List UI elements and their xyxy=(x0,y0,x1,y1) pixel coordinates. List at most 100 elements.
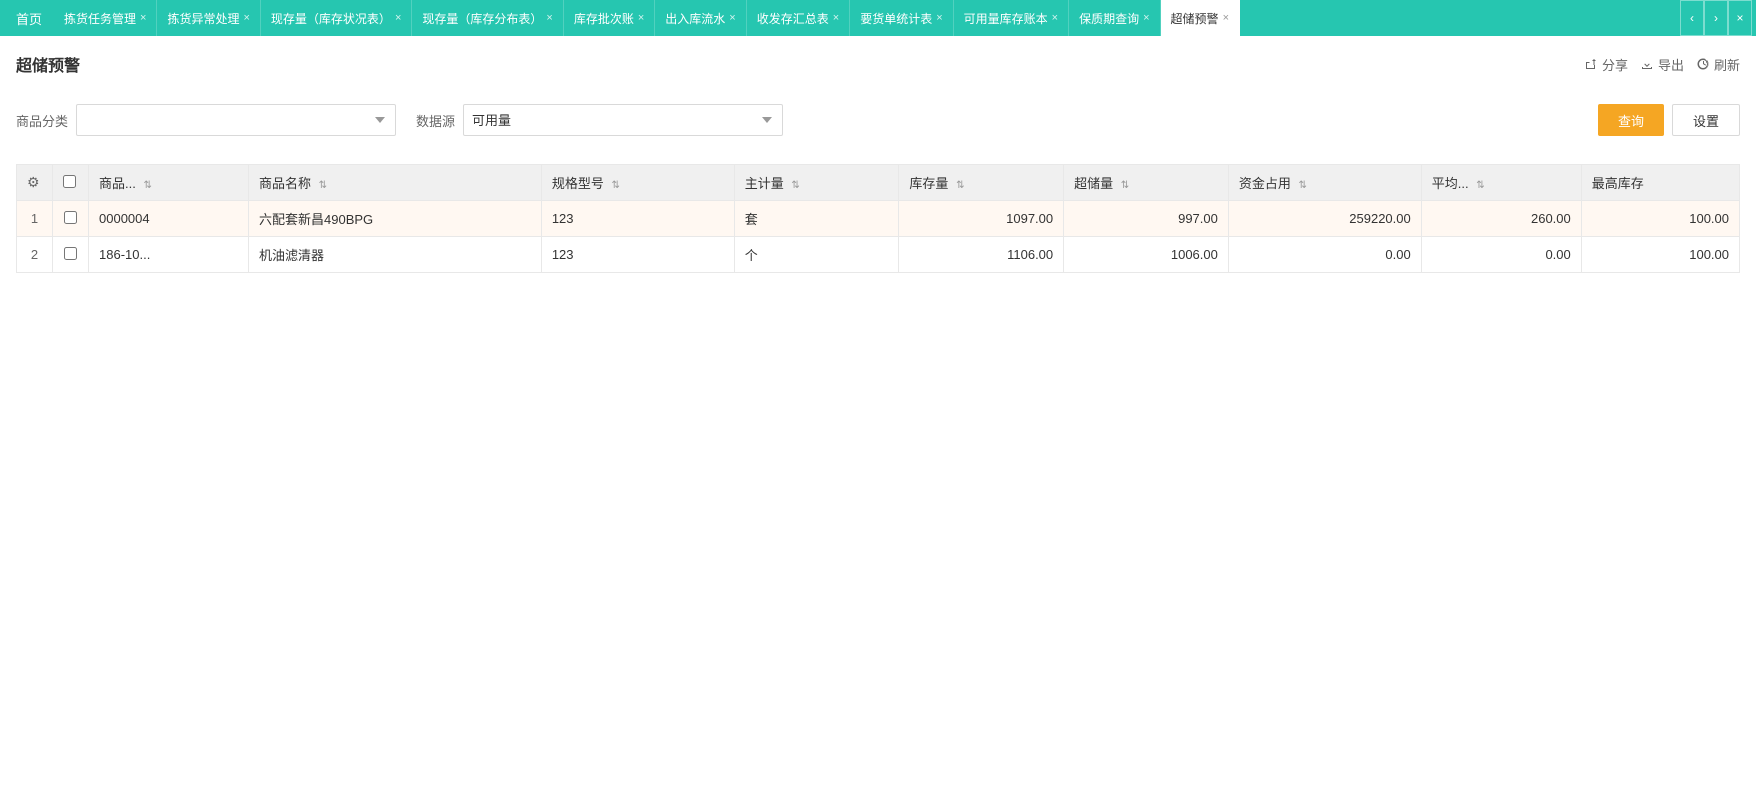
nav-tab-close[interactable]: × xyxy=(1143,12,1149,24)
table-body: 1 0000004 六配套新昌490BPG 123 套 1097.00 997.… xyxy=(17,201,1740,273)
th-checkbox xyxy=(53,165,89,201)
th-product-name: 商品名称 ⇅ xyxy=(249,165,542,201)
page-title: 超储预警 xyxy=(16,52,80,76)
nav-tab-close[interactable]: × xyxy=(1223,12,1229,24)
row-checkbox[interactable] xyxy=(64,211,77,224)
row-avg: 260.00 xyxy=(1421,201,1581,237)
gear-icon[interactable]: ⚙ xyxy=(27,174,40,190)
nav-home[interactable]: 首页 xyxy=(4,9,54,28)
nav-tab-close[interactable]: × xyxy=(936,12,942,24)
category-filter: 商品分类 xyxy=(16,104,396,136)
select-all-checkbox[interactable] xyxy=(63,175,76,188)
export-button[interactable]: 导出 xyxy=(1640,55,1684,74)
nav-tab-close[interactable]: × xyxy=(546,12,552,24)
th-over-stock: 超储量 ⇅ xyxy=(1064,165,1229,201)
nav-arrow-left[interactable]: ‹ xyxy=(1680,0,1704,36)
nav-tab-label: 拣货任务管理 xyxy=(64,10,136,27)
th-unit-label: 主计量 xyxy=(745,176,784,191)
th-avg: 平均... ⇅ xyxy=(1421,165,1581,201)
th-settings: ⚙ xyxy=(17,165,53,201)
nav-tab-2[interactable]: 拣货异常处理 × xyxy=(157,0,260,36)
nav-tab-11[interactable]: 超储预警 × xyxy=(1161,0,1240,36)
sort-icon[interactable]: ⇅ xyxy=(319,180,327,191)
row-checkbox-cell xyxy=(53,237,89,273)
th-max-stock: 最高库存 xyxy=(1581,165,1739,201)
nav-tab-close[interactable]: × xyxy=(395,12,401,24)
th-stock-label: 库存量 xyxy=(909,176,948,191)
refresh-icon xyxy=(1696,57,1710,71)
row-num: 1 xyxy=(17,201,53,237)
nav-tab-3[interactable]: 现存量（库存状况表） × xyxy=(261,0,412,36)
sort-icon[interactable]: ⇅ xyxy=(956,180,964,191)
category-select[interactable] xyxy=(76,104,396,136)
query-button[interactable]: 查询 xyxy=(1598,104,1664,136)
row-num: 2 xyxy=(17,237,53,273)
nav-tab-1[interactable]: 拣货任务管理 × xyxy=(54,0,157,36)
nav-tab-label: 可用量库存账本 xyxy=(964,10,1048,27)
sort-icon[interactable]: ⇅ xyxy=(1476,180,1484,191)
page-content: 超储预警 分享 导出 刷新 xyxy=(0,36,1756,800)
sort-icon[interactable]: ⇅ xyxy=(791,180,799,191)
page-header: 超储预警 分享 导出 刷新 xyxy=(16,52,1740,76)
nav-tab-8[interactable]: 要货单统计表 × xyxy=(850,0,953,36)
nav-arrow-right[interactable]: › xyxy=(1704,0,1728,36)
row-unit: 套 xyxy=(734,201,899,237)
nav-tab-10[interactable]: 保质期查询 × xyxy=(1069,0,1160,36)
th-capital-label: 资金占用 xyxy=(1239,176,1291,191)
sort-icon[interactable]: ⇅ xyxy=(611,180,619,191)
datasource-filter: 数据源 可用量 xyxy=(416,104,783,136)
top-nav: 首页 拣货任务管理 × 拣货异常处理 × 现存量（库存状况表） × 现存量（库存… xyxy=(0,0,1756,36)
sort-icon[interactable]: ⇅ xyxy=(1121,180,1129,191)
table-row: 1 0000004 六配套新昌490BPG 123 套 1097.00 997.… xyxy=(17,201,1740,237)
nav-tab-close[interactable]: × xyxy=(729,12,735,24)
th-product-code-label: 商品... xyxy=(99,176,136,191)
nav-tab-5[interactable]: 库存批次账 × xyxy=(564,0,655,36)
th-spec: 规格型号 ⇅ xyxy=(541,165,734,201)
nav-tab-label: 库存批次账 xyxy=(574,10,634,27)
datasource-label: 数据源 xyxy=(416,111,455,130)
table-row: 2 186-10... 机油滤清器 123 个 1106.00 1006.00 … xyxy=(17,237,1740,273)
table-head: ⚙ 商品... ⇅ 商品名称 ⇅ 规格型号 ⇅ 主计量 xyxy=(17,165,1740,201)
share-icon xyxy=(1584,57,1598,71)
nav-tab-7[interactable]: 收发存汇总表 × xyxy=(747,0,850,36)
nav-tab-6[interactable]: 出入库流水 × xyxy=(655,0,746,36)
row-capital: 259220.00 xyxy=(1228,201,1421,237)
nav-tab-close[interactable]: × xyxy=(1052,12,1058,24)
nav-tab-close[interactable]: × xyxy=(638,12,644,24)
sort-icon[interactable]: ⇅ xyxy=(143,180,151,191)
nav-tab-label: 现存量（库存分布表） xyxy=(422,10,542,27)
datasource-select[interactable]: 可用量 xyxy=(463,104,783,136)
table-header-row: ⚙ 商品... ⇅ 商品名称 ⇅ 规格型号 ⇅ 主计量 xyxy=(17,165,1740,201)
row-product-code: 0000004 xyxy=(89,201,249,237)
header-actions: 分享 导出 刷新 xyxy=(1584,55,1740,74)
nav-tab-label: 收发存汇总表 xyxy=(757,10,829,27)
nav-tab-close[interactable]: × xyxy=(833,12,839,24)
th-product-name-label: 商品名称 xyxy=(259,176,311,191)
row-avg: 0.00 xyxy=(1421,237,1581,273)
refresh-button[interactable]: 刷新 xyxy=(1696,55,1740,74)
th-capital: 资金占用 ⇅ xyxy=(1228,165,1421,201)
nav-tab-close[interactable]: × xyxy=(140,12,146,24)
row-unit: 个 xyxy=(734,237,899,273)
nav-tab-close[interactable]: × xyxy=(243,12,249,24)
sort-icon[interactable]: ⇅ xyxy=(1299,180,1307,191)
nav-tab-label: 要货单统计表 xyxy=(860,10,932,27)
share-button[interactable]: 分享 xyxy=(1584,55,1628,74)
row-max-stock: 100.00 xyxy=(1581,201,1739,237)
filter-row: 商品分类 数据源 可用量 查询 设置 xyxy=(16,92,1740,148)
nav-arrow-close[interactable]: × xyxy=(1728,0,1752,36)
row-over-stock: 1006.00 xyxy=(1064,237,1229,273)
nav-arrows: ‹ › × xyxy=(1680,0,1752,36)
row-over-stock: 997.00 xyxy=(1064,201,1229,237)
nav-tab-label: 出入库流水 xyxy=(665,10,725,27)
th-avg-label: 平均... xyxy=(1432,176,1469,191)
row-checkbox[interactable] xyxy=(64,247,77,260)
settings-button[interactable]: 设置 xyxy=(1672,104,1740,136)
th-max-stock-label: 最高库存 xyxy=(1592,176,1644,191)
nav-tab-9[interactable]: 可用量库存账本 × xyxy=(954,0,1069,36)
row-max-stock: 100.00 xyxy=(1581,237,1739,273)
category-label: 商品分类 xyxy=(16,111,68,130)
nav-tab-4[interactable]: 现存量（库存分布表） × xyxy=(412,0,563,36)
data-table: ⚙ 商品... ⇅ 商品名称 ⇅ 规格型号 ⇅ 主计量 xyxy=(16,164,1740,273)
row-spec: 123 xyxy=(541,237,734,273)
